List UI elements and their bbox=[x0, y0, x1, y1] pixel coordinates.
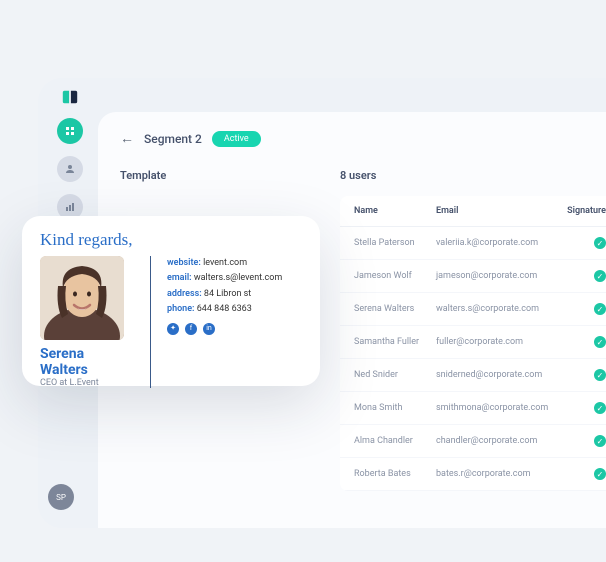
facebook-icon[interactable]: f bbox=[185, 323, 197, 335]
check-icon: ✓ bbox=[594, 402, 606, 414]
social-icons: ✦ f in bbox=[167, 323, 282, 335]
check-icon: ✓ bbox=[594, 435, 606, 447]
table-row[interactable]: Jameson Wolfjameson@corporate.com ✓ bbox=[340, 260, 606, 293]
value-phone: 644 848 6363 bbox=[197, 304, 252, 314]
value-email: walters.s@levent.com bbox=[194, 273, 282, 283]
label-phone: phone: bbox=[167, 304, 195, 314]
cell-name: Roberta Bates bbox=[354, 469, 436, 479]
check-icon: ✓ bbox=[594, 369, 606, 381]
table-row[interactable]: Ned Snidersniderned@corporate.com ✓ bbox=[340, 359, 606, 392]
cell-name: Serena Walters bbox=[354, 304, 436, 314]
table-row[interactable]: Roberta Batesbates.r@corporate.com ✓ bbox=[340, 458, 606, 491]
table-row[interactable]: Stella Patersonvaleriia.k@corporate.com ✓ bbox=[340, 227, 606, 260]
nav-segments[interactable] bbox=[57, 118, 83, 144]
cell-name: Jameson Wolf bbox=[354, 271, 436, 281]
col-name: Name bbox=[354, 206, 436, 216]
table-row[interactable]: Mona Smithsmithmona@corporate.com ✓ bbox=[340, 392, 606, 425]
twitter-icon[interactable]: ✦ bbox=[167, 323, 179, 335]
col-email: Email bbox=[436, 206, 566, 216]
status-badge: Active bbox=[212, 131, 261, 147]
cell-email: valeriia.k@corporate.com bbox=[436, 238, 566, 248]
signature-card: Kind regards, Serena Walters CEO at L. bbox=[22, 216, 320, 386]
cell-email: chandler@corporate.com bbox=[436, 436, 566, 446]
card-divider bbox=[150, 256, 151, 388]
card-name: Serena Walters bbox=[40, 346, 134, 378]
card-title: CEO at L.Event bbox=[40, 378, 134, 388]
value-address: 84 Libron st bbox=[204, 289, 251, 299]
back-arrow-icon[interactable]: ← bbox=[120, 130, 134, 147]
check-icon: ✓ bbox=[594, 336, 606, 348]
cell-name: Stella Paterson bbox=[354, 238, 436, 248]
label-website: website: bbox=[167, 258, 201, 268]
cell-email: smithmona@corporate.com bbox=[436, 403, 566, 413]
table-row[interactable]: Serena Walterswalters.s@corporate.com ✓ bbox=[340, 293, 606, 326]
users-table: Name Email Signature Stella Patersonvale… bbox=[340, 196, 606, 491]
card-contact-info: website: levent.com email: walters.s@lev… bbox=[167, 256, 282, 388]
value-website: levent.com bbox=[203, 258, 247, 268]
cell-email: bates.r@corporate.com bbox=[436, 469, 566, 479]
cell-email: sniderned@corporate.com bbox=[436, 370, 566, 380]
check-icon: ✓ bbox=[594, 468, 606, 480]
table-header: Name Email Signature bbox=[340, 196, 606, 227]
check-icon: ✓ bbox=[594, 270, 606, 282]
users-heading: 8 users bbox=[340, 169, 606, 182]
card-avatar bbox=[40, 256, 124, 340]
cell-name: Ned Snider bbox=[354, 370, 436, 380]
label-address: address: bbox=[167, 289, 202, 299]
linkedin-icon[interactable]: in bbox=[203, 323, 215, 335]
cell-email: jameson@corporate.com bbox=[436, 271, 566, 281]
brand-logo bbox=[61, 88, 79, 106]
cell-email: fuller@corporate.com bbox=[436, 337, 566, 347]
table-row[interactable]: Alma Chandlerchandler@corporate.com ✓ bbox=[340, 425, 606, 458]
template-heading: Template bbox=[120, 169, 300, 182]
breadcrumb: ← Segment 2 Active bbox=[120, 130, 606, 147]
cell-name: Samantha Fuller bbox=[354, 337, 436, 347]
cell-name: Mona Smith bbox=[354, 403, 436, 413]
check-icon: ✓ bbox=[594, 237, 606, 249]
table-row[interactable]: Samantha Fullerfuller@corporate.com ✓ bbox=[340, 326, 606, 359]
cell-email: walters.s@corporate.com bbox=[436, 304, 566, 314]
segment-title: Segment 2 bbox=[144, 132, 202, 146]
cell-name: Alma Chandler bbox=[354, 436, 436, 446]
label-email: email: bbox=[167, 273, 192, 283]
card-greeting: Kind regards, bbox=[40, 230, 302, 250]
col-signature: Signature bbox=[566, 206, 606, 216]
nav-users[interactable] bbox=[57, 156, 83, 182]
check-icon: ✓ bbox=[594, 303, 606, 315]
user-avatar-small[interactable]: SP bbox=[48, 484, 74, 510]
